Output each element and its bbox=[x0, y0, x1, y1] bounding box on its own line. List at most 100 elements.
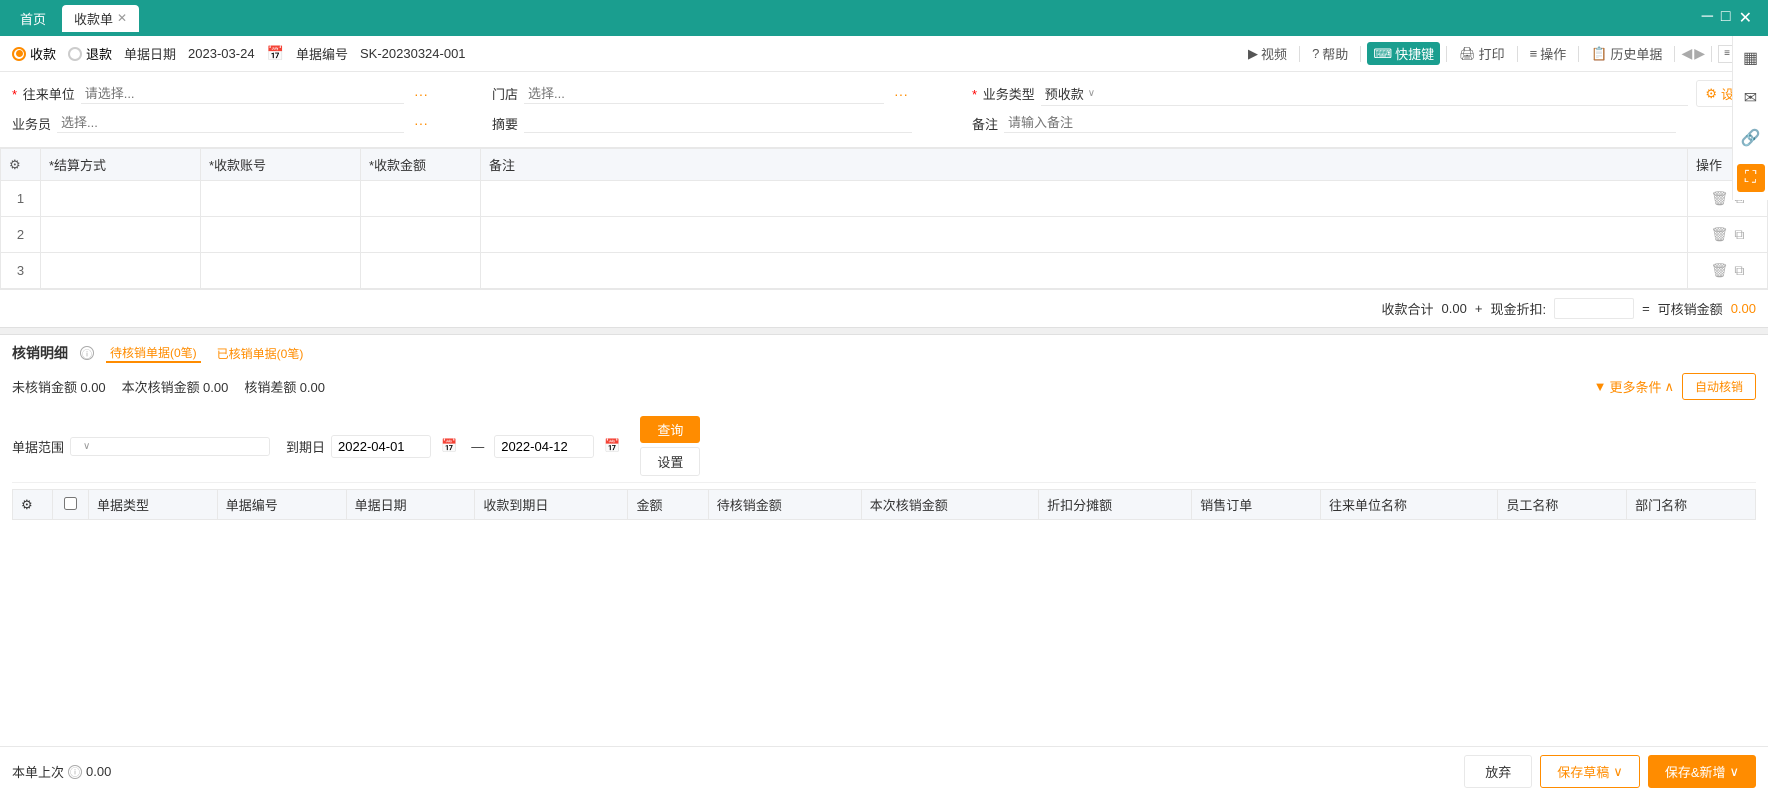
store-input[interactable] bbox=[524, 84, 884, 104]
date-calendar-start-icon[interactable]: 📅 bbox=[437, 438, 461, 454]
row-settlement-1[interactable] bbox=[41, 181, 201, 217]
vth-checkbox[interactable] bbox=[53, 490, 89, 520]
stat-current: 本次核销金额 0.00 bbox=[122, 377, 229, 396]
row-amount-1[interactable] bbox=[361, 181, 481, 217]
vth-staff[interactable]: 员工名称 bbox=[1498, 490, 1627, 520]
copy-icon-2[interactable]: ⧉ bbox=[1734, 226, 1744, 243]
right-mail-icon[interactable]: ✉ bbox=[1737, 84, 1765, 112]
nav-left-icon[interactable]: ◀ bbox=[1681, 45, 1692, 62]
row-remark-2[interactable] bbox=[481, 217, 1688, 253]
history-btn[interactable]: 📋 历史单据 bbox=[1585, 42, 1668, 65]
right-table-icon[interactable]: ▦ bbox=[1737, 44, 1765, 72]
ops-btn[interactable]: ≡ 操作 bbox=[1524, 42, 1573, 65]
footer-info-icon[interactable]: ⓘ bbox=[68, 765, 82, 779]
toolbar-right: ▶ 视频 ? 帮助 ⌨ 快捷键 🖨 打印 bbox=[1242, 42, 1756, 65]
vth-date[interactable]: 单据日期 bbox=[346, 490, 475, 520]
video-btn[interactable]: ▶ 视频 bbox=[1242, 42, 1293, 65]
delete-icon-2[interactable]: 🗑 bbox=[1711, 226, 1729, 243]
tab-receipt[interactable]: 收款单 ✕ bbox=[62, 5, 139, 32]
verify-info-icon[interactable]: ⓘ bbox=[80, 346, 94, 360]
pending-tab[interactable]: 待核销单据(0笔) bbox=[106, 344, 201, 363]
vth-number[interactable]: 单据编号 bbox=[217, 490, 346, 520]
discount-label: 现金折扣: bbox=[1490, 299, 1546, 318]
business-type-select[interactable]: 预收款 ∨ bbox=[1041, 82, 1689, 106]
row-account-1[interactable] bbox=[201, 181, 361, 217]
row-remark-1[interactable] bbox=[481, 181, 1688, 217]
query-button[interactable]: 查询 bbox=[640, 416, 700, 443]
help-btn[interactable]: ? 帮助 bbox=[1306, 42, 1354, 65]
row-amount-3[interactable] bbox=[361, 253, 481, 289]
due-date-start-input[interactable] bbox=[331, 435, 431, 458]
th-settlement[interactable]: *结算方式 bbox=[41, 149, 201, 181]
table-gear-icon[interactable]: ⚙ bbox=[9, 157, 21, 172]
bottom-table: ⚙ 单据类型 单据编号 单据日期 bbox=[12, 489, 1756, 738]
save-new-button[interactable]: 保存&新增 ∨ bbox=[1648, 755, 1756, 788]
select-all-checkbox[interactable] bbox=[64, 497, 77, 510]
radio-receipt[interactable]: 收款 bbox=[12, 44, 56, 63]
minimize-button[interactable]: ─ bbox=[1702, 8, 1713, 28]
print-icon: 🖨 bbox=[1459, 46, 1476, 62]
delete-icon-3[interactable]: 🗑 bbox=[1711, 262, 1729, 279]
date-calendar-end-icon[interactable]: 📅 bbox=[600, 438, 624, 454]
row-account-3[interactable] bbox=[201, 253, 361, 289]
verify-title: 核销明细 bbox=[12, 343, 68, 363]
save-draft-button[interactable]: 保存草稿 ∨ bbox=[1540, 755, 1640, 788]
right-link-icon[interactable]: 🔗 bbox=[1737, 124, 1765, 152]
auto-verify-btn[interactable]: 自动核销 bbox=[1682, 373, 1756, 400]
row-settlement-3[interactable] bbox=[41, 253, 201, 289]
calendar-icon[interactable]: 📅 bbox=[267, 45, 284, 62]
row-remark-3[interactable] bbox=[481, 253, 1688, 289]
row-account-2[interactable] bbox=[201, 217, 361, 253]
due-date-end-input[interactable] bbox=[494, 435, 594, 458]
vth-counterpart[interactable]: 往来单位名称 bbox=[1320, 490, 1497, 520]
form-section: * 往来单位 ··· 门店 ··· * 业务类型 bbox=[0, 72, 1768, 148]
footer-info-value: 0.00 bbox=[86, 764, 111, 779]
stat-current-value: 0.00 bbox=[203, 380, 228, 395]
radio-receipt-label: 收款 bbox=[30, 44, 56, 63]
vth-dept[interactable]: 部门名称 bbox=[1627, 490, 1756, 520]
vth-type[interactable]: 单据类型 bbox=[89, 490, 218, 520]
draft-chevron-icon: ∨ bbox=[1613, 764, 1623, 780]
radio-refund[interactable]: 退款 bbox=[68, 44, 112, 63]
vth-dept-label: 部门名称 bbox=[1635, 498, 1687, 513]
row-settlement-2[interactable] bbox=[41, 217, 201, 253]
th-amount[interactable]: *收款金额 bbox=[361, 149, 481, 181]
copy-icon-3[interactable]: ⧉ bbox=[1734, 262, 1744, 279]
th-remark: 备注 bbox=[481, 149, 1688, 181]
th-amount-label: *收款金额 bbox=[369, 158, 426, 173]
row-amount-2[interactable] bbox=[361, 217, 481, 253]
tab-home[interactable]: 首页 bbox=[8, 5, 58, 32]
staff-more-icon[interactable]: ··· bbox=[410, 115, 432, 131]
done-tab[interactable]: 已核销单据(0笔) bbox=[213, 345, 308, 362]
shortcut-btn[interactable]: ⌨ 快捷键 bbox=[1367, 42, 1440, 65]
counterpart-field: * 往来单位 ··· bbox=[12, 84, 432, 104]
vth-settings[interactable]: ⚙ bbox=[13, 490, 53, 520]
close-window-button[interactable]: ✕ bbox=[1739, 8, 1752, 28]
close-icon[interactable]: ✕ bbox=[117, 11, 127, 25]
discount-input[interactable] bbox=[1554, 298, 1634, 319]
print-btn[interactable]: 🖨 打印 bbox=[1453, 42, 1511, 65]
nav-right-icon[interactable]: ▶ bbox=[1694, 45, 1705, 62]
counterpart-input[interactable] bbox=[81, 84, 404, 104]
remark-input[interactable] bbox=[1004, 113, 1676, 133]
more-conditions-btn[interactable]: ▼ 更多条件 ∧ bbox=[1594, 377, 1674, 396]
th-account[interactable]: *收款账号 bbox=[201, 149, 361, 181]
filter-icon: ▼ bbox=[1594, 379, 1607, 394]
right-expand-icon[interactable]: ⛶ bbox=[1737, 164, 1765, 192]
maximize-button[interactable]: □ bbox=[1721, 8, 1731, 28]
range-select[interactable]: ∨ bbox=[70, 437, 270, 456]
verify-settings-button[interactable]: 设置 bbox=[640, 447, 700, 476]
abandon-button[interactable]: 放弃 bbox=[1464, 755, 1532, 788]
delete-icon-1[interactable]: 🗑 bbox=[1711, 190, 1729, 207]
available-label: 可核销金额 bbox=[1658, 299, 1723, 318]
section-divider bbox=[0, 327, 1768, 335]
summary-input[interactable] bbox=[524, 113, 912, 133]
verify-stats: 未核销金额 0.00 本次核销金额 0.00 核销差额 0.00 ▼ 更多条件 bbox=[12, 369, 1756, 404]
store-more-icon[interactable]: ··· bbox=[890, 86, 912, 102]
th-settings[interactable]: ⚙ bbox=[1, 149, 41, 181]
radio-refund-circle bbox=[68, 47, 82, 61]
staff-input[interactable] bbox=[57, 113, 404, 133]
counterpart-more-icon[interactable]: ··· bbox=[410, 86, 432, 102]
toolbar: 收款 退款 单据日期 2023-03-24 📅 单据编号 SK-20230324… bbox=[0, 36, 1768, 72]
summary-bar: 收款合计 0.00 + 现金折扣: = 可核销金额 0.00 bbox=[0, 289, 1768, 327]
